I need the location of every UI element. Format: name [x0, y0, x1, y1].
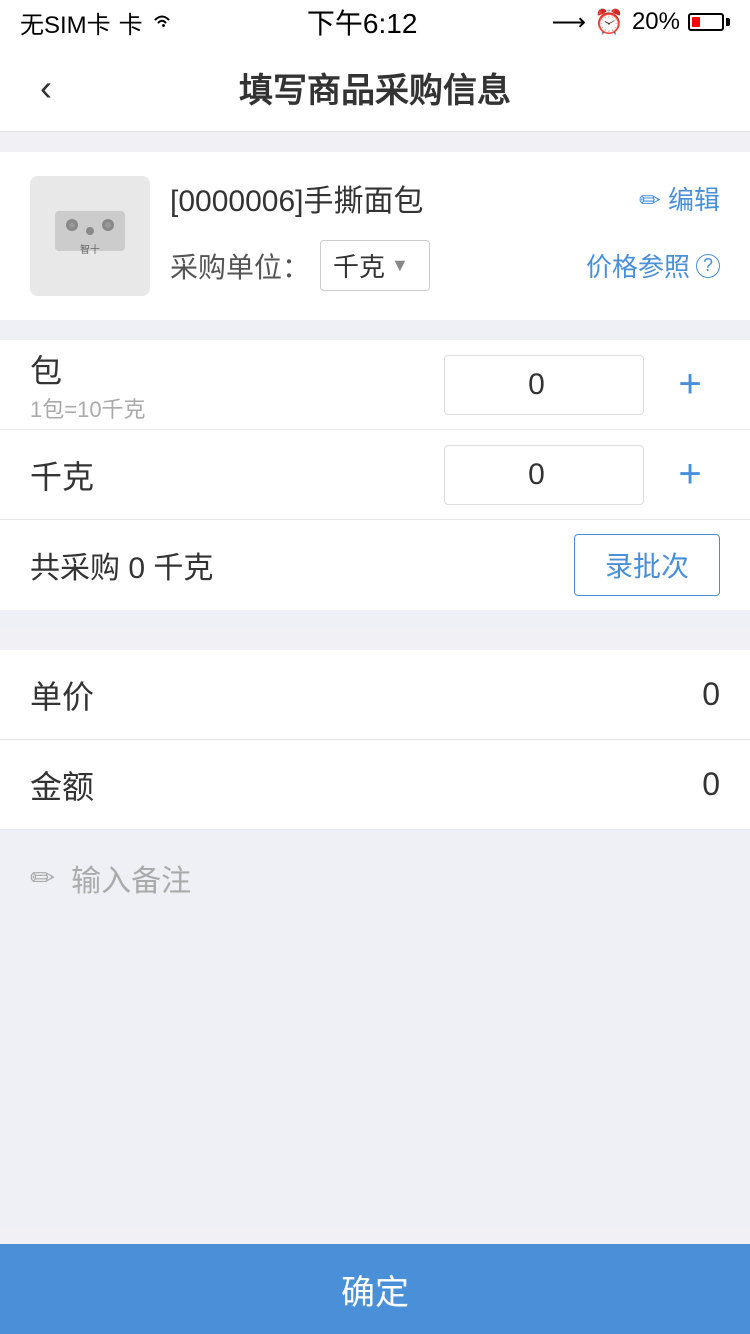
- product-logo: 智十: [50, 201, 130, 271]
- status-right: ⟶ ⏰ 20%: [552, 8, 730, 37]
- unit-dropdown-icon: ▼: [391, 255, 409, 276]
- battery-percent: 20%: [632, 8, 680, 36]
- price-section: 单价 0 金额 0: [0, 650, 750, 830]
- svg-text:智十: 智十: [80, 243, 100, 256]
- bag-input[interactable]: [444, 355, 644, 415]
- battery-icon: [688, 13, 730, 31]
- amount-row: 金额 0: [0, 740, 750, 830]
- total-unit: 千克: [153, 552, 213, 585]
- quantity-section: 包 1包=10千克 + 千克 +: [0, 340, 750, 520]
- note-placeholder: 输入备注: [71, 856, 191, 900]
- amount-label: 金额: [30, 762, 94, 808]
- price-ref-icon: ?: [696, 254, 720, 278]
- bag-input-row: 包 1包=10千克 +: [0, 340, 750, 430]
- page-title: 填写商品采购信息: [239, 63, 511, 112]
- bag-label: 包: [30, 346, 190, 392]
- price-ref-button[interactable]: 价格参照 ?: [586, 247, 720, 284]
- bag-plus-button[interactable]: +: [660, 355, 720, 415]
- kg-control: +: [190, 445, 720, 505]
- kg-label-group: 千克: [30, 452, 190, 498]
- total-row: 共采购 0 千克 录批次: [0, 520, 750, 610]
- unit-value: 千克: [333, 247, 385, 284]
- bag-control: +: [190, 355, 720, 415]
- note-section[interactable]: ✏ 输入备注: [0, 830, 750, 926]
- price-ref-label: 价格参照: [586, 247, 690, 284]
- product-image: 智十: [30, 176, 150, 296]
- sim-icon: 卡: [119, 5, 143, 40]
- product-full-name: [0000006]手撕面包: [170, 176, 423, 220]
- unit-price-label: 单价: [30, 672, 94, 718]
- kg-label: 千克: [30, 452, 190, 498]
- alarm-icon: ⏰: [594, 8, 624, 37]
- confirm-button[interactable]: 确定: [0, 1244, 750, 1334]
- kg-input[interactable]: [444, 445, 644, 505]
- nav-bar: ‹ 填写商品采购信息: [0, 44, 750, 132]
- location-icon: ⟶: [552, 8, 586, 37]
- unit-price-row: 单价 0: [0, 650, 750, 740]
- batch-button[interactable]: 录批次: [574, 534, 720, 596]
- total-text: 共采购 0 千克: [30, 543, 213, 587]
- section-divider-1: [0, 320, 750, 340]
- note-icon: ✏: [30, 861, 55, 896]
- status-time: 下午6:12: [307, 2, 418, 42]
- edit-button[interactable]: ✏ 编辑: [639, 180, 720, 217]
- bag-sublabel: 1包=10千克: [30, 392, 190, 424]
- product-card: 智十 [0000006]手撕面包 ✏ 编辑 采购单位： 千克 ▼ 价格参照 ?: [0, 152, 750, 320]
- purchase-unit-label: 采购单位：: [170, 246, 310, 286]
- status-left: 无SIM卡 卡: [20, 5, 173, 40]
- kg-input-row: 千克 +: [0, 430, 750, 520]
- content-area: [0, 926, 750, 1226]
- back-button[interactable]: ‹: [30, 57, 62, 119]
- bag-label-group: 包 1包=10千克: [30, 346, 190, 424]
- wifi-icon: [151, 8, 173, 36]
- unit-select[interactable]: 千克 ▼: [320, 240, 430, 291]
- status-bar: 无SIM卡 卡 下午6:12 ⟶ ⏰ 20%: [0, 0, 750, 44]
- unit-price-value: 0: [702, 676, 720, 713]
- carrier-label: 无SIM卡: [20, 5, 111, 40]
- total-label: 共采购: [30, 552, 120, 585]
- total-value: 0: [128, 552, 145, 585]
- section-divider-2: [0, 610, 750, 630]
- product-info: [0000006]手撕面包 ✏ 编辑 采购单位： 千克 ▼ 价格参照 ?: [170, 176, 720, 291]
- amount-value: 0: [702, 766, 720, 803]
- kg-plus-button[interactable]: +: [660, 445, 720, 505]
- unit-row: 采购单位： 千克 ▼ 价格参照 ?: [170, 240, 720, 291]
- product-name-row: [0000006]手撕面包 ✏ 编辑: [170, 176, 720, 220]
